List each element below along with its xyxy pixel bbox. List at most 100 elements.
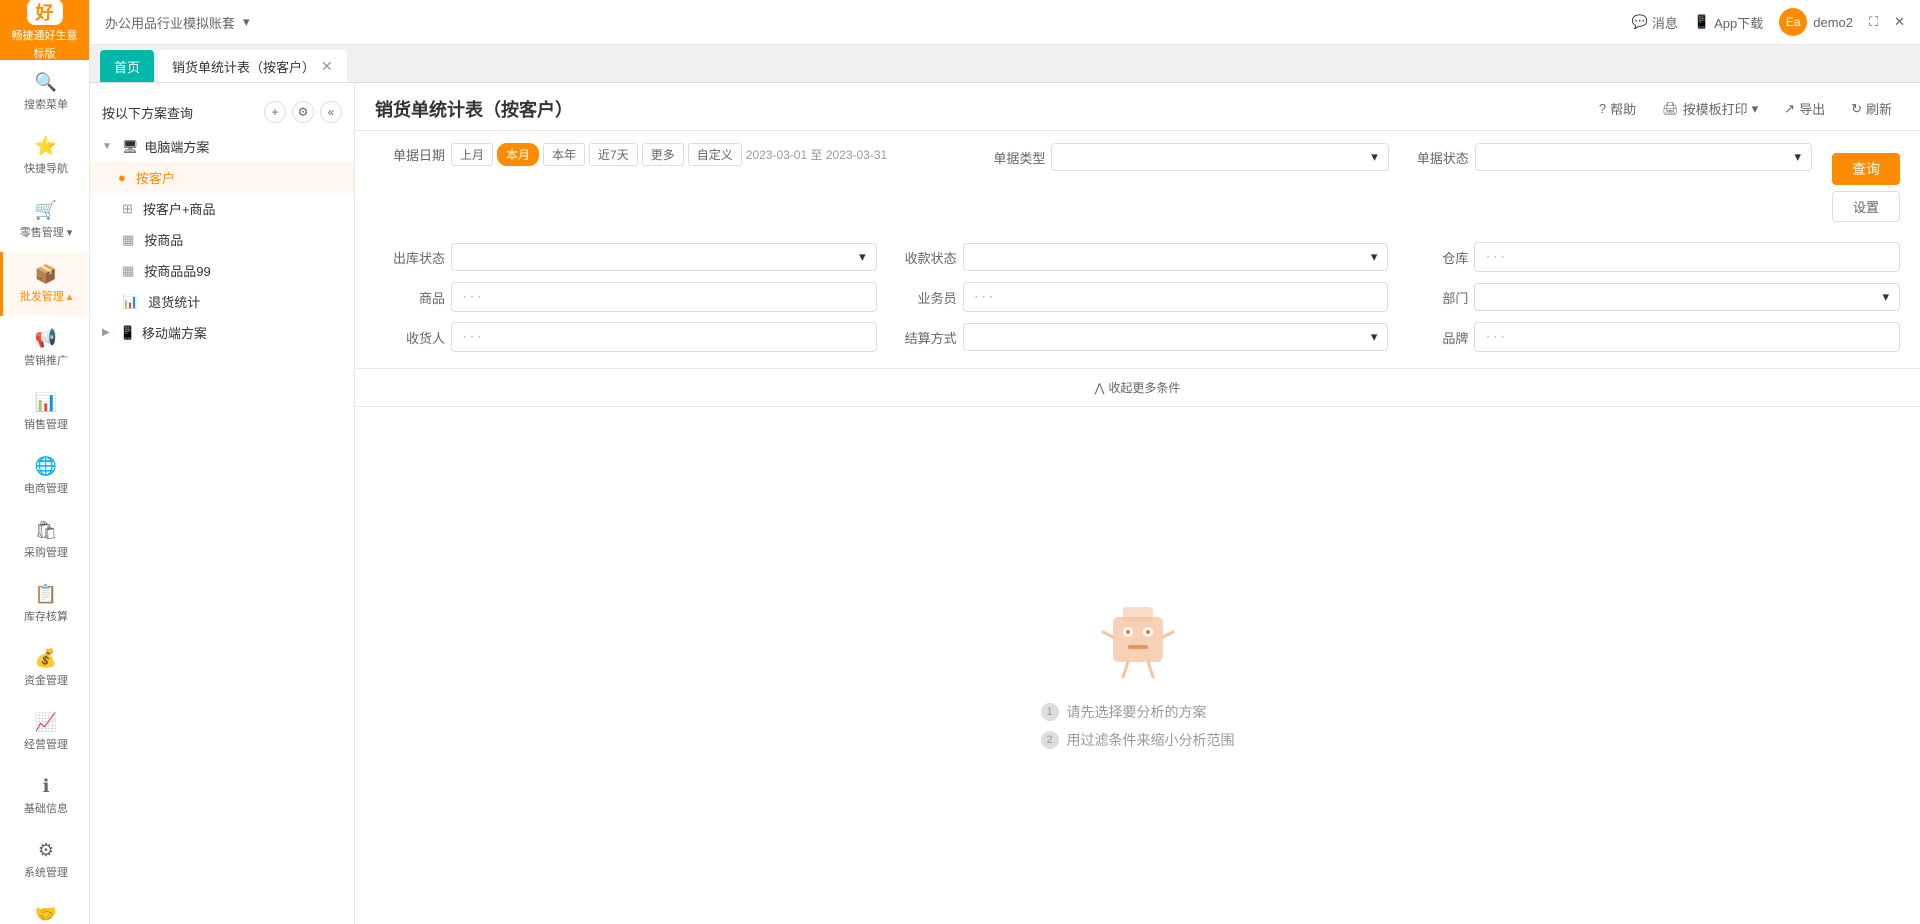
brand-label: 品牌: [1398, 328, 1468, 347]
receiver-label: 收货人: [375, 328, 445, 347]
sidebar-item-quick-nav[interactable]: ⭐ 快捷导航: [0, 124, 89, 188]
refresh-btn[interactable]: ↻ 刷新: [1843, 95, 1900, 122]
last-month-btn[interactable]: 上月: [451, 143, 493, 166]
desktop-folder-icon: 🖥: [122, 139, 139, 155]
sidebar-item-enterprise[interactable]: 🤝 企业协同: [0, 892, 89, 924]
tab-home[interactable]: 首页: [100, 50, 154, 82]
collapse-panel-btn[interactable]: «: [320, 101, 342, 123]
settlement-label: 结算方式: [887, 328, 957, 347]
sidebar-item-search[interactable]: 🔍 搜索菜单: [0, 60, 89, 124]
warehouse-select[interactable]: ···: [1474, 242, 1900, 272]
wholesale-icon: 📦: [35, 264, 57, 285]
sidebar-item-inventory[interactable]: 📋 库存核算: [0, 572, 89, 636]
maximize-btn[interactable]: ⛶: [1869, 14, 1878, 30]
tree-item-return-stat[interactable]: 📊 退货统计: [90, 286, 354, 317]
sidebar-item-basic[interactable]: ℹ 基础信息: [0, 764, 89, 828]
collapse-icon: ▶: [102, 327, 110, 338]
tree-item-by-goods[interactable]: ▦ 按商品: [90, 224, 354, 255]
message-btn[interactable]: 💬 消息: [1632, 13, 1678, 32]
sidebar-item-marketing[interactable]: 📢 营销推广: [0, 316, 89, 380]
tree-item-by-customer-goods[interactable]: ⊞ 按客户+商品: [90, 193, 354, 224]
brand-select[interactable]: ···: [1474, 322, 1900, 352]
return-stat-label: 退货统计: [148, 292, 200, 311]
sidebar-item-system[interactable]: ⚙ 系统管理: [0, 828, 89, 892]
system-icon: ⚙: [38, 840, 54, 861]
sidebar-item-wholesale[interactable]: 📦 批发管理 ▴: [0, 252, 89, 316]
expand-icon: ▼: [102, 141, 112, 152]
settings-scheme-btn[interactable]: ⚙: [292, 101, 314, 123]
settings-btn[interactable]: 设置: [1832, 191, 1900, 222]
export-icon: ↗: [1784, 101, 1795, 117]
basic-icon: ℹ: [43, 776, 50, 797]
sidebar-item-retail[interactable]: 🛒 零售管理 ▾: [0, 188, 89, 252]
sidebar-item-purchase[interactable]: 🛍 采购管理: [0, 508, 89, 572]
topbar-dropdown-icon[interactable]: ▾: [243, 14, 250, 30]
doc-type-chevron: ▾: [1371, 149, 1378, 165]
hint2-text: 用过滤条件来缩小分析范围: [1067, 730, 1235, 750]
tree-item-desktop[interactable]: ▼ 🖥 电脑端方案: [90, 131, 354, 162]
export-btn[interactable]: ↗ 导出: [1776, 95, 1833, 122]
account-title: 办公用品行业模拟账套: [105, 13, 235, 32]
add-scheme-btn[interactable]: +: [264, 101, 286, 123]
goods-label: 商品: [375, 288, 445, 307]
sidebar-item-operations[interactable]: 📈 经营管理: [0, 700, 89, 764]
collapse-more-btn[interactable]: ⋀ 收起更多条件: [1083, 375, 1193, 400]
doc-status-select[interactable]: ▾: [1475, 143, 1812, 171]
this-month-btn[interactable]: 本月: [497, 143, 539, 166]
desktop-label: 电脑端方案: [144, 137, 209, 156]
sidebar: 好 畅捷通好生意 标版 🔍 搜索菜单 ⭐ 快捷导航 🛒 零售管理 ▾ 📦 批发管…: [0, 0, 90, 924]
collapse-icon: ⋀: [1095, 381, 1105, 395]
sidebar-item-sales[interactable]: 📊 销售管理: [0, 380, 89, 444]
doc-type-select[interactable]: ▾: [1051, 143, 1388, 171]
salesperson-select[interactable]: ···: [963, 282, 1389, 312]
goods-select[interactable]: ···: [451, 282, 877, 312]
home-tab-label: 首页: [114, 57, 140, 76]
hint1-text: 请先选择要分析的方案: [1067, 702, 1207, 722]
last-7-days-btn[interactable]: 近7天: [589, 143, 638, 166]
page-content: 按以下方案查询 + ⚙ « ▼ 🖥 电脑端方案 ● 按客户 ⊞ 按客户+商: [90, 83, 1920, 924]
left-panel-header: 按以下方案查询 + ⚙ «: [90, 93, 354, 131]
refresh-label: 刷新: [1866, 99, 1892, 118]
tree-item-mobile[interactable]: ▶ 📱 移动端方案: [90, 317, 354, 348]
sidebar-item-finance[interactable]: 💰 资金管理: [0, 636, 89, 700]
collapse-bar: ⋀ 收起更多条件: [355, 369, 1920, 407]
more-btn[interactable]: 更多: [642, 143, 684, 166]
out-status-select[interactable]: ▾: [451, 243, 877, 271]
app-download-btn[interactable]: 📱 App下载: [1694, 13, 1763, 32]
query-btn[interactable]: 查询: [1832, 153, 1900, 185]
enterprise-icon: 🤝: [35, 904, 57, 924]
tab-sales-stat[interactable]: 销货单统计表（按客户） ✕: [158, 50, 347, 82]
star-icon: ⭐: [35, 136, 57, 157]
print-btn[interactable]: 🖨 按模板打印 ▾: [1654, 95, 1766, 122]
help-btn[interactable]: ? 帮助: [1591, 95, 1644, 122]
department-select[interactable]: ▾: [1474, 283, 1900, 311]
warehouse-dots: ···: [1485, 248, 1507, 266]
topbar-left: 办公用品行业模拟账套 ▾: [105, 13, 250, 32]
print-label: 按模板打印: [1683, 99, 1748, 118]
left-panel-title: 按以下方案查询: [102, 103, 193, 122]
tree-item-by-goods-99[interactable]: ▦ 按商品品99: [90, 255, 354, 286]
empty-state: 1 请先选择要分析的方案 2 用过滤条件来缩小分析范围: [355, 407, 1920, 924]
tree-item-by-customer[interactable]: ● 按客户: [90, 162, 354, 193]
tab-close-icon[interactable]: ✕: [321, 58, 333, 75]
table-icon: ▦: [122, 232, 134, 248]
department-chevron: ▾: [1882, 289, 1889, 305]
close-btn[interactable]: ✕: [1894, 14, 1905, 30]
this-year-btn[interactable]: 本年: [543, 143, 585, 166]
department-label: 部门: [1398, 288, 1468, 307]
custom-btn[interactable]: 自定义: [688, 143, 742, 166]
search-icon: 🔍: [35, 72, 57, 93]
chart-icon: 📊: [122, 294, 138, 310]
payment-status-select[interactable]: ▾: [963, 243, 1389, 271]
retail-icon: 🛒: [35, 200, 57, 221]
date-label: 单据日期: [375, 145, 445, 164]
user-profile[interactable]: Ea demo2: [1779, 8, 1853, 36]
sidebar-item-ecommerce[interactable]: 🌐 电商管理: [0, 444, 89, 508]
sales-icon: 📊: [35, 392, 57, 413]
purchase-icon: 🛍: [35, 520, 58, 541]
settlement-select[interactable]: ▾: [963, 323, 1389, 351]
salesperson-dots: ···: [974, 288, 996, 306]
empty-hints: 1 请先选择要分析的方案 2 用过滤条件来缩小分析范围: [1041, 702, 1235, 750]
doc-status-chevron: ▾: [1794, 149, 1801, 165]
receiver-select[interactable]: ···: [451, 322, 877, 352]
